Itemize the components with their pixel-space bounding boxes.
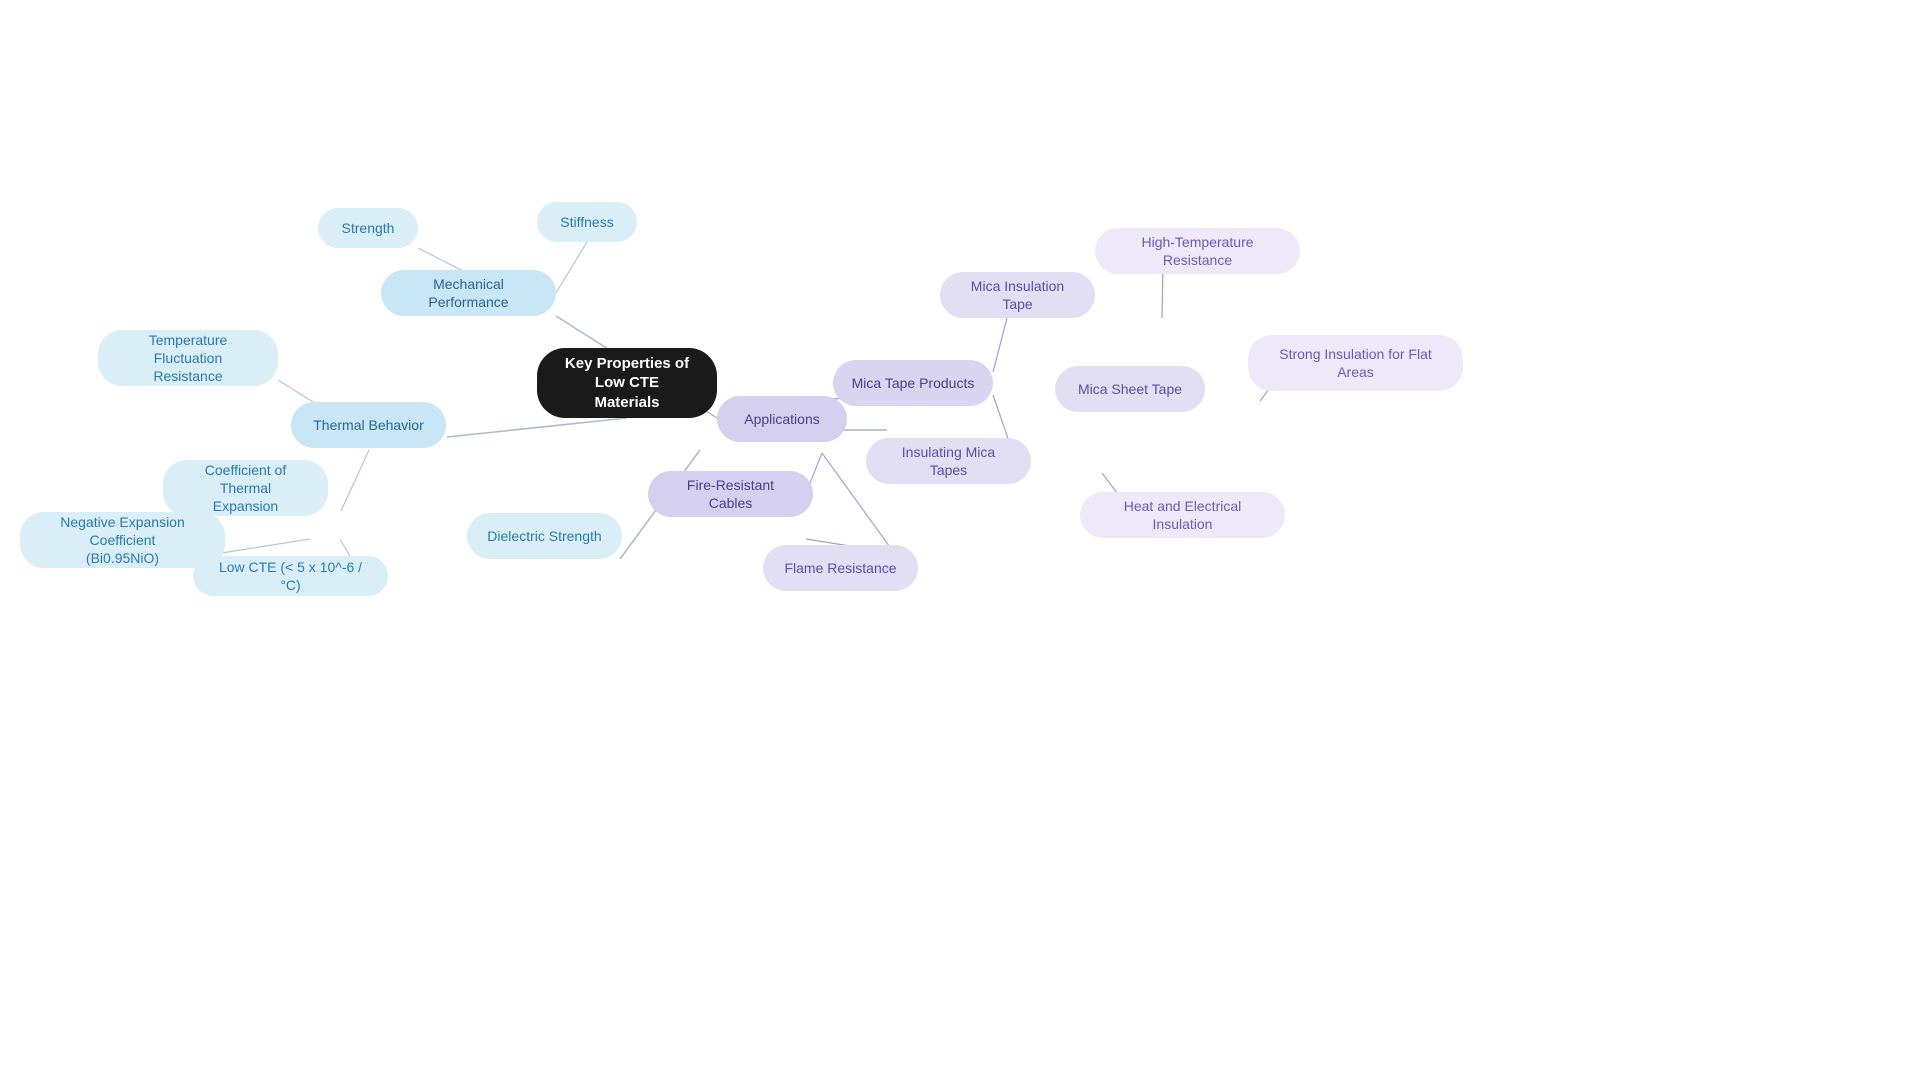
mechanical-performance-label: Mechanical Performance bbox=[397, 275, 540, 311]
flame-resistance-node: Flame Resistance bbox=[763, 545, 918, 591]
coeff-thermal-label: Coefficient of ThermalExpansion bbox=[179, 461, 312, 516]
center-label: Key Properties of Low CTE Materials bbox=[553, 354, 701, 413]
high-temp-node: High-Temperature Resistance bbox=[1095, 228, 1300, 274]
low-cte-label: Low CTE (< 5 x 10^-6 /°C) bbox=[209, 558, 372, 594]
mechanical-performance-node: Mechanical Performance bbox=[381, 270, 556, 316]
fire-cables-label: Fire-Resistant Cables bbox=[664, 476, 797, 512]
strong-insulation-node: Strong Insulation for Flat Areas bbox=[1248, 335, 1463, 391]
strength-node: Strength bbox=[318, 208, 418, 248]
mica-tape-products-label: Mica Tape Products bbox=[852, 374, 975, 392]
heat-elec-node: Heat and Electrical Insulation bbox=[1080, 492, 1285, 538]
low-cte-node: Low CTE (< 5 x 10^-6 /°C) bbox=[193, 556, 388, 596]
dielectric-label: Dielectric Strength bbox=[487, 527, 601, 545]
mica-insulation-tape-node: Mica Insulation Tape bbox=[940, 272, 1095, 318]
applications-node: Applications bbox=[717, 396, 847, 442]
mica-sheet-tape-node: Mica Sheet Tape bbox=[1055, 366, 1205, 412]
stiffness-label: Stiffness bbox=[560, 213, 613, 231]
insulating-mica-label: Insulating Mica Tapes bbox=[882, 443, 1015, 479]
center-node: Key Properties of Low CTE Materials bbox=[537, 348, 717, 418]
high-temp-label: High-Temperature Resistance bbox=[1111, 233, 1284, 269]
neg-exp-node: Negative Expansion Coefficient(Bi0.95NiO… bbox=[20, 512, 225, 568]
temp-fluctuation-node: Temperature FluctuationResistance bbox=[98, 330, 278, 386]
thermal-behavior-label: Thermal Behavior bbox=[313, 416, 424, 434]
insulating-mica-node: Insulating Mica Tapes bbox=[866, 438, 1031, 484]
dielectric-node: Dielectric Strength bbox=[467, 513, 622, 559]
fire-cables-node: Fire-Resistant Cables bbox=[648, 471, 813, 517]
coeff-thermal-node: Coefficient of ThermalExpansion bbox=[163, 460, 328, 516]
neg-exp-label: Negative Expansion Coefficient(Bi0.95NiO… bbox=[36, 513, 209, 568]
strong-insulation-label: Strong Insulation for Flat Areas bbox=[1264, 345, 1447, 381]
applications-label: Applications bbox=[744, 410, 820, 428]
mica-insulation-tape-label: Mica Insulation Tape bbox=[956, 277, 1079, 313]
thermal-behavior-node: Thermal Behavior bbox=[291, 402, 446, 448]
mica-sheet-tape-label: Mica Sheet Tape bbox=[1078, 380, 1182, 398]
mica-tape-products-node: Mica Tape Products bbox=[833, 360, 993, 406]
temp-fluctuation-label: Temperature FluctuationResistance bbox=[114, 331, 262, 386]
heat-elec-label: Heat and Electrical Insulation bbox=[1096, 497, 1269, 533]
stiffness-node: Stiffness bbox=[537, 202, 637, 242]
flame-resistance-label: Flame Resistance bbox=[784, 559, 896, 577]
strength-label: Strength bbox=[342, 219, 395, 237]
